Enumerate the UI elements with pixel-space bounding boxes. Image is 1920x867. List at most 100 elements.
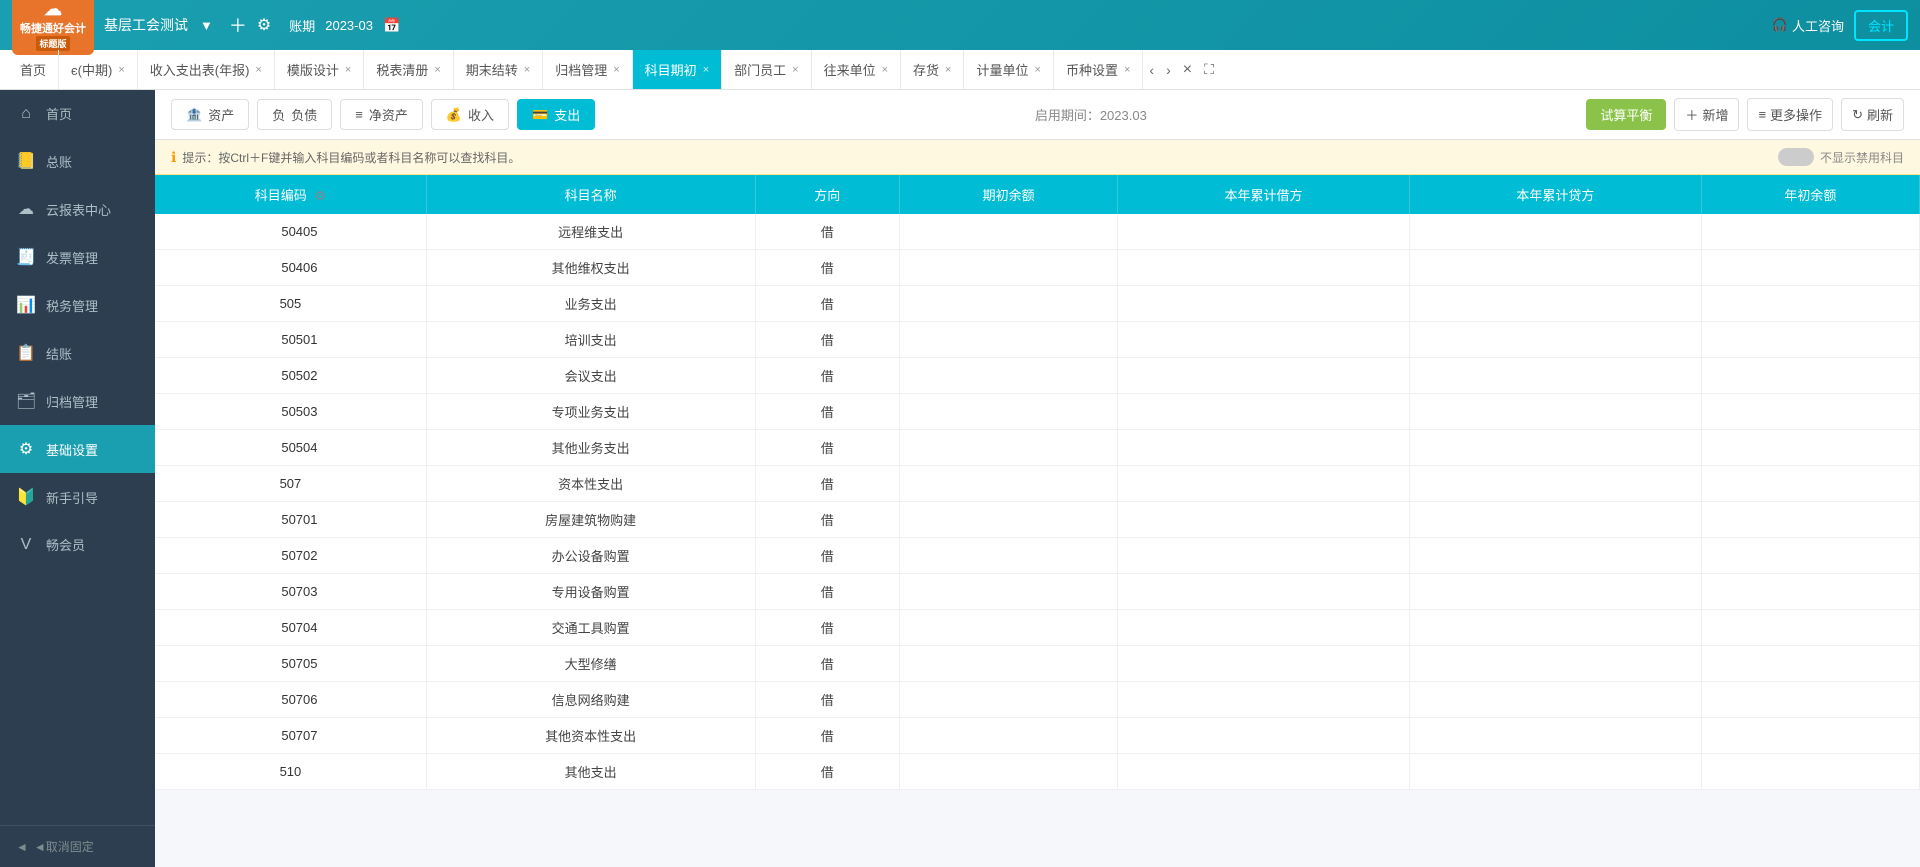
toggle-switch[interactable] <box>1778 148 1814 166</box>
project-dropdown-icon[interactable]: ▼ <box>200 18 213 33</box>
tab-mid[interactable]: є(中期) × <box>59 50 138 90</box>
balance-button[interactable]: 试算平衡 <box>1586 99 1666 130</box>
cell-direction: 借 <box>755 250 900 286</box>
tab-tax-close[interactable]: × <box>434 64 440 76</box>
tab-next-button[interactable]: › <box>1160 62 1177 78</box>
hide-disabled-toggle[interactable]: 不显示禁用科目 <box>1778 148 1904 166</box>
sidebar-item-archive[interactable]: 🗂 归档管理 <box>0 377 155 425</box>
hide-disabled-label: 不显示禁用科目 <box>1820 149 1904 166</box>
table-row[interactable]: 50406其他维权支出借 <box>155 250 1920 286</box>
cell-ytd-credit <box>1409 502 1701 538</box>
sidebar-item-invoice[interactable]: 🧾 发票管理 <box>0 233 155 281</box>
tab-yearend[interactable]: 期末结转 × <box>454 50 543 90</box>
cell-name: 远程维支出 <box>426 214 755 250</box>
table-row[interactable]: 50405远程维支出借 <box>155 214 1920 250</box>
tab-expand-button[interactable]: ⛶ <box>1198 61 1220 78</box>
refresh-label: 刷新 <box>1867 105 1893 124</box>
table-row[interactable]: 50703专用设备购置借 <box>155 574 1920 610</box>
table-row[interactable]: 507资本性支出借 <box>155 466 1920 502</box>
top-header: ☁ 畅捷通好会计 标题版 基层工会测试 ▼ ＋ ⚙ 账期 2023-03 📅 🎧… <box>0 0 1920 50</box>
add-button[interactable]: ＋ 新增 <box>1674 98 1739 131</box>
table-row[interactable]: 50702办公设备购置借 <box>155 538 1920 574</box>
sidebar-item-home[interactable]: ⌂ 首页 <box>0 90 155 137</box>
headset-icon: 🎧 <box>1772 17 1788 33</box>
cell-name: 培训支出 <box>426 322 755 358</box>
tab-currency-label: 币种设置 <box>1066 60 1118 79</box>
add-project-button[interactable]: ＋ <box>229 12 247 38</box>
more-button[interactable]: ≡ 更多操作 <box>1747 98 1833 131</box>
table-row[interactable]: 510其他支出借 <box>155 754 1920 790</box>
home-icon: ⌂ <box>16 105 36 123</box>
sidebar-item-guide[interactable]: 🔰 新手引导 <box>0 473 155 521</box>
calendar-icon[interactable]: 📅 <box>383 17 400 34</box>
tab-unit-close[interactable]: × <box>1035 64 1041 76</box>
sidebar-item-tax[interactable]: 📊 税务管理 <box>0 281 155 329</box>
tab-income[interactable]: 收入支出表(年报) × <box>138 50 275 90</box>
tab-home[interactable]: 首页 <box>8 50 59 90</box>
more-icon: ≡ <box>1758 107 1766 122</box>
sub-tab-net-assets[interactable]: ≡ 净资产 <box>340 99 423 130</box>
customer-service-button[interactable]: 🎧 人工咨询 <box>1772 16 1844 35</box>
sub-tab-assets[interactable]: 🏦 资产 <box>171 99 249 130</box>
tab-close-all-button[interactable]: × <box>1177 61 1198 79</box>
table-row[interactable]: 50501培训支出借 <box>155 322 1920 358</box>
assets-icon: 🏦 <box>186 107 202 123</box>
tab-mid-close[interactable]: × <box>118 64 124 76</box>
tab-archive-close[interactable]: × <box>613 64 619 76</box>
sub-tab-liabilities[interactable]: 负 负债 <box>257 99 332 130</box>
tab-subject-init-close[interactable]: × <box>703 64 709 76</box>
cell-opening-balance <box>900 430 1118 466</box>
tab-template[interactable]: 模版设计 × <box>275 50 364 90</box>
refresh-button[interactable]: ↻ 刷新 <box>1841 98 1904 131</box>
col-settings-icon[interactable]: ⚙ <box>314 188 326 203</box>
tab-department-close[interactable]: × <box>792 64 798 76</box>
tab-unit[interactable]: 计量单位 × <box>964 50 1053 90</box>
table-row[interactable]: 505业务支出借 <box>155 286 1920 322</box>
tab-contacts[interactable]: 往来单位 × <box>812 50 901 90</box>
tab-archive[interactable]: 归档管理 × <box>543 50 632 90</box>
sidebar-item-ledger[interactable]: 📒 总账 <box>0 137 155 185</box>
tab-currency[interactable]: 币种设置 × <box>1054 50 1143 90</box>
col-direction: 方向 <box>755 175 900 214</box>
cell-direction: 借 <box>755 538 900 574</box>
tab-currency-close[interactable]: × <box>1124 64 1130 76</box>
cell-ytd-debit <box>1118 286 1410 322</box>
account-button[interactable]: 会计 <box>1854 10 1908 41</box>
tab-inventory[interactable]: 存货 × <box>901 50 964 90</box>
sub-tab-expenditure[interactable]: 💳 支出 <box>517 99 595 130</box>
table-body: 50405远程维支出借50406其他维权支出借505业务支出借50501培训支出… <box>155 214 1920 790</box>
tab-yearend-close[interactable]: × <box>524 64 530 76</box>
table-row[interactable]: 50706信息网络购建借 <box>155 682 1920 718</box>
tab-subject-init[interactable]: 科目期初 × <box>633 50 722 90</box>
table-row[interactable]: 50504其他业务支出借 <box>155 430 1920 466</box>
sidebar-item-member[interactable]: V 畅会员 <box>0 521 155 568</box>
sidebar-item-basic-settings[interactable]: ⚙ 基础设置 <box>0 425 155 473</box>
cell-year-opening <box>1701 322 1919 358</box>
cell-direction: 借 <box>755 754 900 790</box>
table-row[interactable]: 50704交通工具购置借 <box>155 610 1920 646</box>
sub-tab-expenditure-label: 支出 <box>554 105 580 124</box>
cell-code: 50704 <box>155 610 426 646</box>
tab-archive-label: 归档管理 <box>555 60 607 79</box>
tab-inventory-close[interactable]: × <box>945 64 951 76</box>
sub-tab-income[interactable]: 💰 收入 <box>431 99 509 130</box>
sidebar-item-cloud-reports[interactable]: ☁ 云报表中心 <box>0 185 155 233</box>
tab-department[interactable]: 部门员工 × <box>722 50 811 90</box>
tab-prev-button[interactable]: ‹ <box>1143 62 1160 78</box>
settings-icon[interactable]: ⚙ <box>257 15 271 35</box>
tab-income-close[interactable]: × <box>255 64 261 76</box>
table-row[interactable]: 50503专项业务支出借 <box>155 394 1920 430</box>
col-opening-balance: 期初余额 <box>900 175 1118 214</box>
tab-template-close[interactable]: × <box>345 64 351 76</box>
sidebar-item-closing[interactable]: 📋 结账 <box>0 329 155 377</box>
sidebar-collapse-button[interactable]: ◄ ◄取消固定 <box>0 825 155 867</box>
cell-year-opening <box>1701 718 1919 754</box>
ledger-icon: 📒 <box>16 151 36 171</box>
table-row[interactable]: 50701房屋建筑物购建借 <box>155 502 1920 538</box>
tab-tax[interactable]: 税表清册 × <box>364 50 453 90</box>
basic-settings-icon: ⚙ <box>16 439 36 459</box>
table-row[interactable]: 50705大型修缮借 <box>155 646 1920 682</box>
tab-contacts-close[interactable]: × <box>882 64 888 76</box>
table-row[interactable]: 50707其他资本性支出借 <box>155 718 1920 754</box>
table-row[interactable]: 50502会议支出借 <box>155 358 1920 394</box>
